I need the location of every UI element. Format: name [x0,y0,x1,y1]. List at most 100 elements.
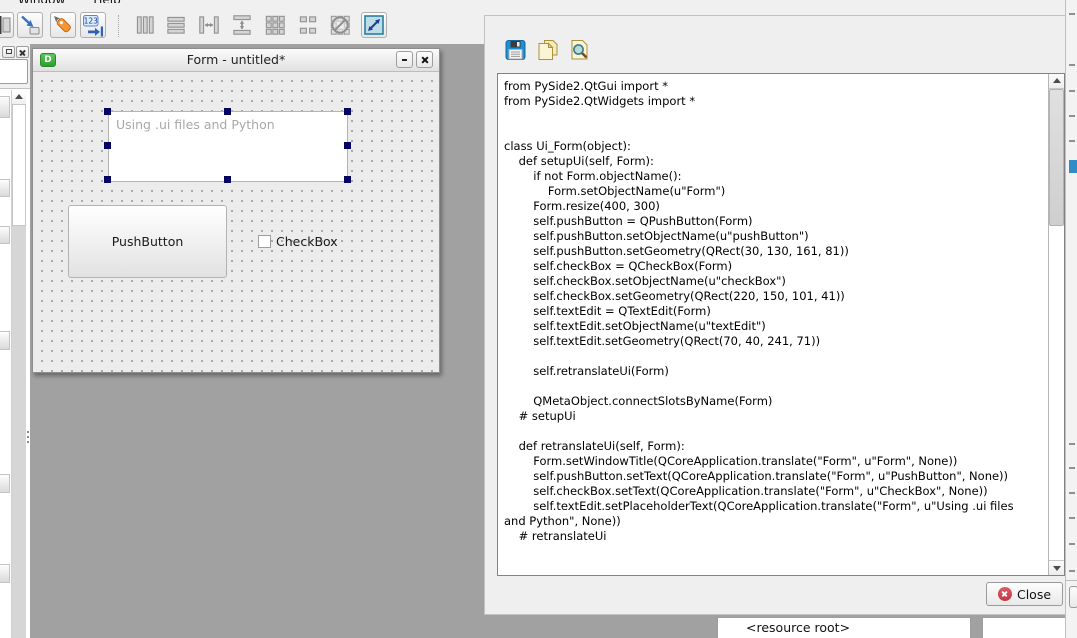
code-line: self.checkBox = QCheckBox(Form) [504,259,1042,274]
toolbar-separator [118,15,119,37]
layout-horizontally-icon[interactable] [132,12,158,38]
code-line: class Ui_Form(object): [504,139,1042,154]
close-window-button[interactable] [416,51,433,68]
selection-handle[interactable] [344,108,351,115]
code-line: # retranslateUi [504,529,1042,544]
code-line: Form.setWindowTitle(QCoreApplication.tra… [504,454,1042,469]
tree-branch-tick [1069,443,1075,445]
code-line [504,349,1042,364]
widget-box-dock [0,44,30,638]
selection-handle[interactable] [104,142,111,149]
adjust-size-icon[interactable] [361,12,387,38]
widget-box-scrollbar[interactable] [11,90,26,638]
qt-designer-window: WindowHelp 123 [0,0,1077,638]
code-line: self.checkBox.setText(QCoreApplication.t… [504,484,1042,499]
scrollbar-thumb[interactable] [12,104,26,226]
tree-branch-tick [1069,64,1075,66]
code-line: if not Form.objectName(): [504,169,1042,184]
checkbox-widget[interactable]: CheckBox [258,234,338,249]
code-line [504,379,1042,394]
code-line: self.retranslateUi(Form) [504,364,1042,379]
widget-category-item[interactable] [0,474,10,493]
close-button[interactable]: Close [986,582,1063,606]
dock-float-button[interactable] [2,46,15,58]
svg-text:123: 123 [84,17,99,26]
form-window-titlebar[interactable]: D Form - untitled* [33,49,439,72]
tree-selection-highlight [1069,160,1077,173]
code-line: Form.resize(400, 300) [504,199,1042,214]
code-lines: from PySide2.QtGui import *from PySide2.… [498,74,1064,544]
pushbutton-widget[interactable]: PushButton [68,205,227,278]
edit-buddies-icon[interactable] [50,12,76,38]
code-line [504,109,1042,124]
scroll-down-icon[interactable] [1049,560,1064,575]
minimize-button[interactable] [396,51,413,68]
code-line: self.checkBox.setObjectName(u"checkBox") [504,274,1042,289]
selection-handle[interactable] [224,176,231,183]
widget-category-item[interactable] [0,226,10,244]
widget-filter-input[interactable] [0,59,28,84]
partial-button [1069,586,1077,608]
code-line: from PySide2.QtGui import * [504,79,1042,94]
layout-vertically-icon[interactable] [163,12,189,38]
selection-handle[interactable] [104,176,111,183]
code-line: self.pushButton.setObjectName(u"pushButt… [504,229,1042,244]
code-line: from PySide2.QtWidgets import * [504,94,1042,109]
code-line: QMetaObject.connectSlotsByName(Form) [504,394,1042,409]
layout-form-icon[interactable] [295,12,321,38]
code-line: self.pushButton.setText(QCoreApplication… [504,469,1042,484]
checkbox-label: CheckBox [276,234,338,249]
code-line: Form.setObjectName(u"Form") [504,184,1042,199]
save-icon[interactable] [504,38,528,62]
widget-category-item[interactable] [0,331,10,350]
code-line: def setupUi(self, Form): [504,154,1042,169]
textedit-widget[interactable]: Using .ui files and Python [108,111,348,182]
dock-close-button[interactable] [16,46,29,58]
close-red-icon [998,587,1012,601]
code-line: and Python", None)) [504,514,1042,529]
edit-signals-slots-icon[interactable] [17,12,43,38]
selection-handle[interactable] [344,142,351,149]
resource-tree-panel[interactable]: <resource root> [717,617,971,638]
tree-branch-tick [1069,140,1075,142]
view-code-dialog: from PySide2.QtGui import *from PySide2.… [484,15,1070,615]
widget-category-item[interactable] [0,179,10,197]
close-button-label: Close [1017,587,1051,602]
layout-vertical-splitter-icon[interactable] [229,12,255,38]
tree-branch-tick [1069,115,1075,117]
checkbox-box[interactable] [258,235,271,248]
find-icon[interactable] [568,38,592,62]
scrollbar-track[interactable] [12,226,26,638]
scroll-up-icon[interactable] [1049,74,1064,89]
widget-category-item[interactable] [0,564,10,583]
widget-box-list[interactable] [0,88,30,638]
tree-branch-tick [1069,543,1075,545]
layout-grid-icon[interactable] [262,12,288,38]
edit-widgets-icon[interactable] [0,12,14,38]
copy-icon[interactable] [536,38,560,62]
code-line: self.textEdit.setPlaceholderText(QCoreAp… [504,499,1042,514]
resource-list-panel[interactable] [982,617,1077,638]
layout-horizontal-splitter-icon[interactable] [196,12,222,38]
selection-handle[interactable] [344,176,351,183]
tree-branch-tick [1069,467,1075,469]
selection-handle[interactable] [104,108,111,115]
widget-category-item[interactable] [0,96,10,118]
edit-tab-order-icon[interactable]: 123 [80,12,106,38]
code-scrollbar[interactable] [1048,74,1064,575]
main-toolbar: 123 [0,3,484,44]
code-line: self.textEdit = QTextEdit(Form) [504,304,1042,319]
break-layout-icon[interactable] [327,12,353,38]
selection-handle[interactable] [224,108,231,115]
code-line: self.checkBox.setGeometry(QRect(220, 150… [504,289,1042,304]
code-line: self.textEdit.setObjectName(u"textEdit") [504,319,1042,334]
form-window-title: Form - untitled* [33,52,439,67]
resource-root-item[interactable]: <resource root> [718,618,970,635]
form-canvas[interactable]: Using .ui files and Python PushButton Ch… [33,72,439,372]
form-editor-window: D Form - untitled* Using .ui files and P… [32,48,440,373]
code-line: self.textEdit.setGeometry(QRect(70, 40, … [504,334,1042,349]
scrollbar-thumb[interactable] [1049,89,1064,226]
code-view[interactable]: from PySide2.QtGui import *from PySide2.… [497,73,1065,576]
code-line: def retranslateUi(self, Form): [504,439,1042,454]
code-line [504,424,1042,439]
